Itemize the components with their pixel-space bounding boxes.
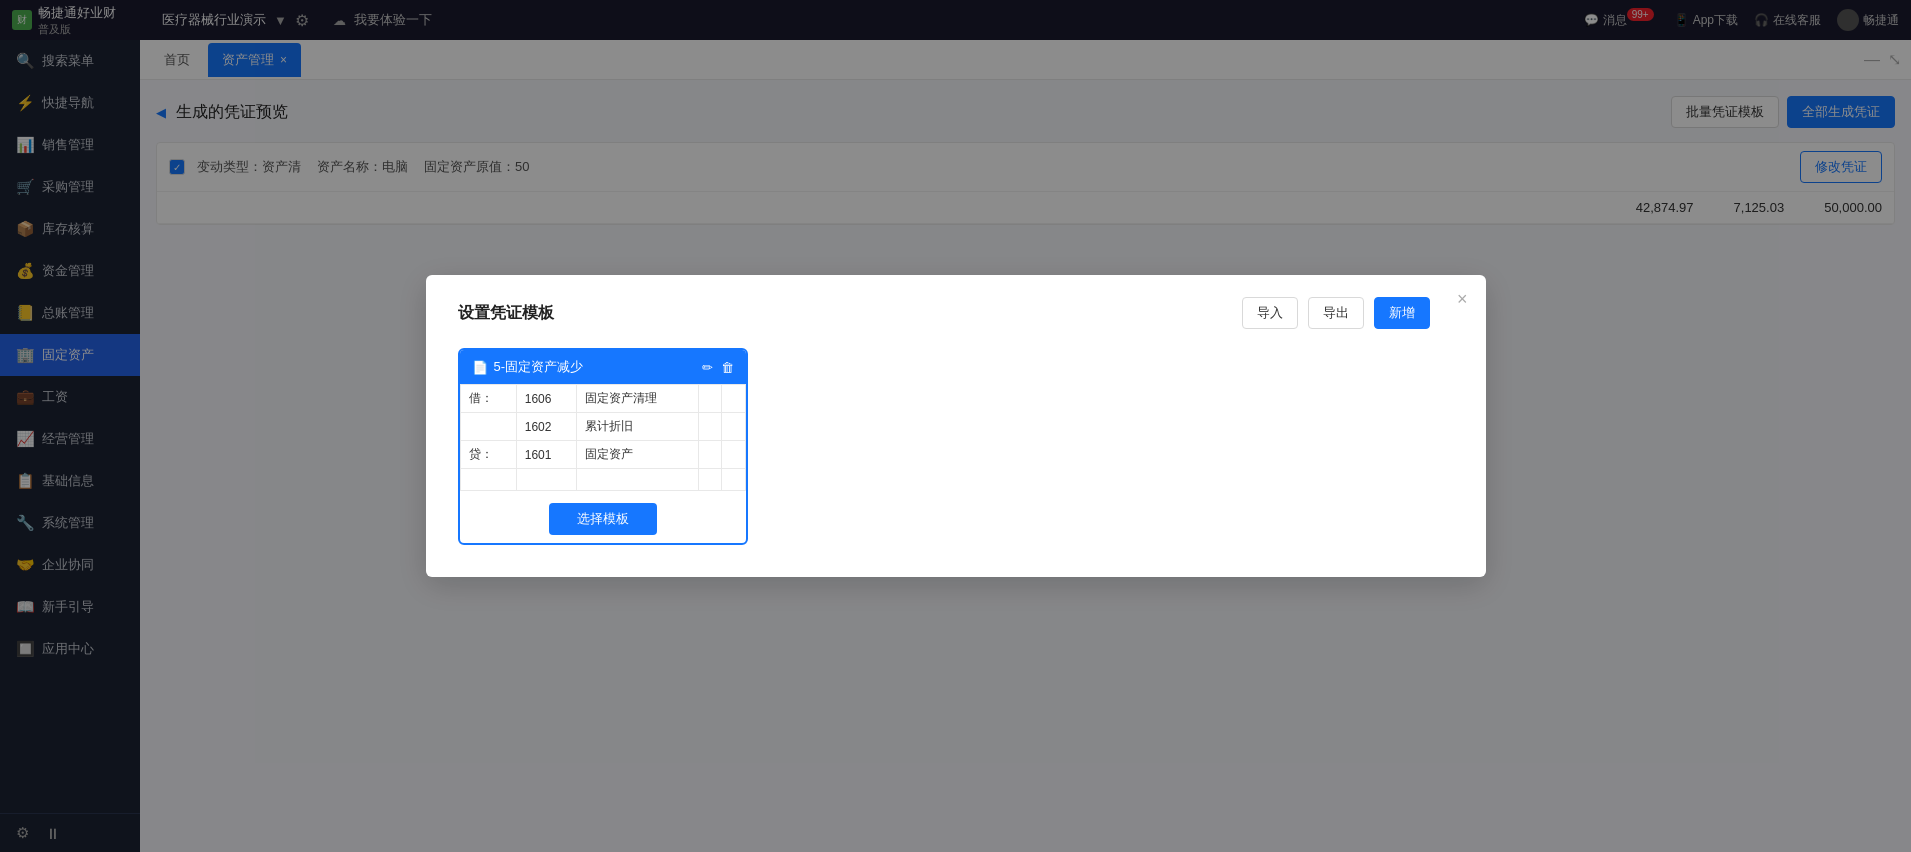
template-empty-row	[460, 469, 745, 491]
template-card-body: 借： 1606 固定资产清理 1602 累计折旧	[460, 384, 746, 491]
entry-side-3: 贷：	[460, 441, 516, 469]
entry-side-1: 借：	[460, 385, 516, 413]
template-entry-row: 1602 累计折旧	[460, 413, 745, 441]
template-card-footer: 选择模板	[460, 491, 746, 543]
template-edit-icon[interactable]: ✏	[702, 360, 713, 375]
template-header-actions: ✏ 🗑	[702, 360, 734, 375]
entry-credit-2	[722, 413, 745, 441]
entry-name-3: 固定资产	[576, 441, 698, 469]
entry-side-2	[460, 413, 516, 441]
template-entries-table: 借： 1606 固定资产清理 1602 累计折旧	[460, 384, 746, 491]
entry-credit-3	[722, 441, 745, 469]
modal-body: 📄 5-固定资产减少 ✏ 🗑 借： 1606 固	[458, 348, 1454, 545]
modal-dialog: 设置凭证模板 × 导入 导出 新增 📄 5-固定资产减少 ✏ 🗑	[426, 275, 1486, 577]
modal-overlay[interactable]: 设置凭证模板 × 导入 导出 新增 📄 5-固定资产减少 ✏ 🗑	[0, 0, 1911, 852]
template-name: 5-固定资产减少	[494, 358, 584, 376]
import-button[interactable]: 导入	[1242, 297, 1298, 329]
entry-debit-2	[698, 413, 721, 441]
template-card-header: 📄 5-固定资产减少 ✏ 🗑	[460, 350, 746, 384]
entry-code-1: 1606	[516, 385, 576, 413]
entry-name-2: 累计折旧	[576, 413, 698, 441]
template-entry-row: 贷： 1601 固定资产	[460, 441, 745, 469]
template-delete-icon[interactable]: 🗑	[721, 360, 734, 375]
template-card: 📄 5-固定资产减少 ✏ 🗑 借： 1606 固	[458, 348, 748, 545]
entry-debit-3	[698, 441, 721, 469]
new-template-button[interactable]: 新增	[1374, 297, 1430, 329]
template-doc-icon: 📄	[472, 360, 488, 375]
entry-name-1: 固定资产清理	[576, 385, 698, 413]
entry-debit-1	[698, 385, 721, 413]
entry-code-2: 1602	[516, 413, 576, 441]
template-header-left: 📄 5-固定资产减少	[472, 358, 584, 376]
modal-actions: 导入 导出 新增	[1242, 297, 1430, 329]
template-entry-row: 借： 1606 固定资产清理	[460, 385, 745, 413]
modal-close-button[interactable]: ×	[1457, 289, 1468, 310]
select-template-button[interactable]: 选择模板	[549, 503, 657, 535]
entry-code-3: 1601	[516, 441, 576, 469]
entry-credit-1	[722, 385, 745, 413]
export-button[interactable]: 导出	[1308, 297, 1364, 329]
